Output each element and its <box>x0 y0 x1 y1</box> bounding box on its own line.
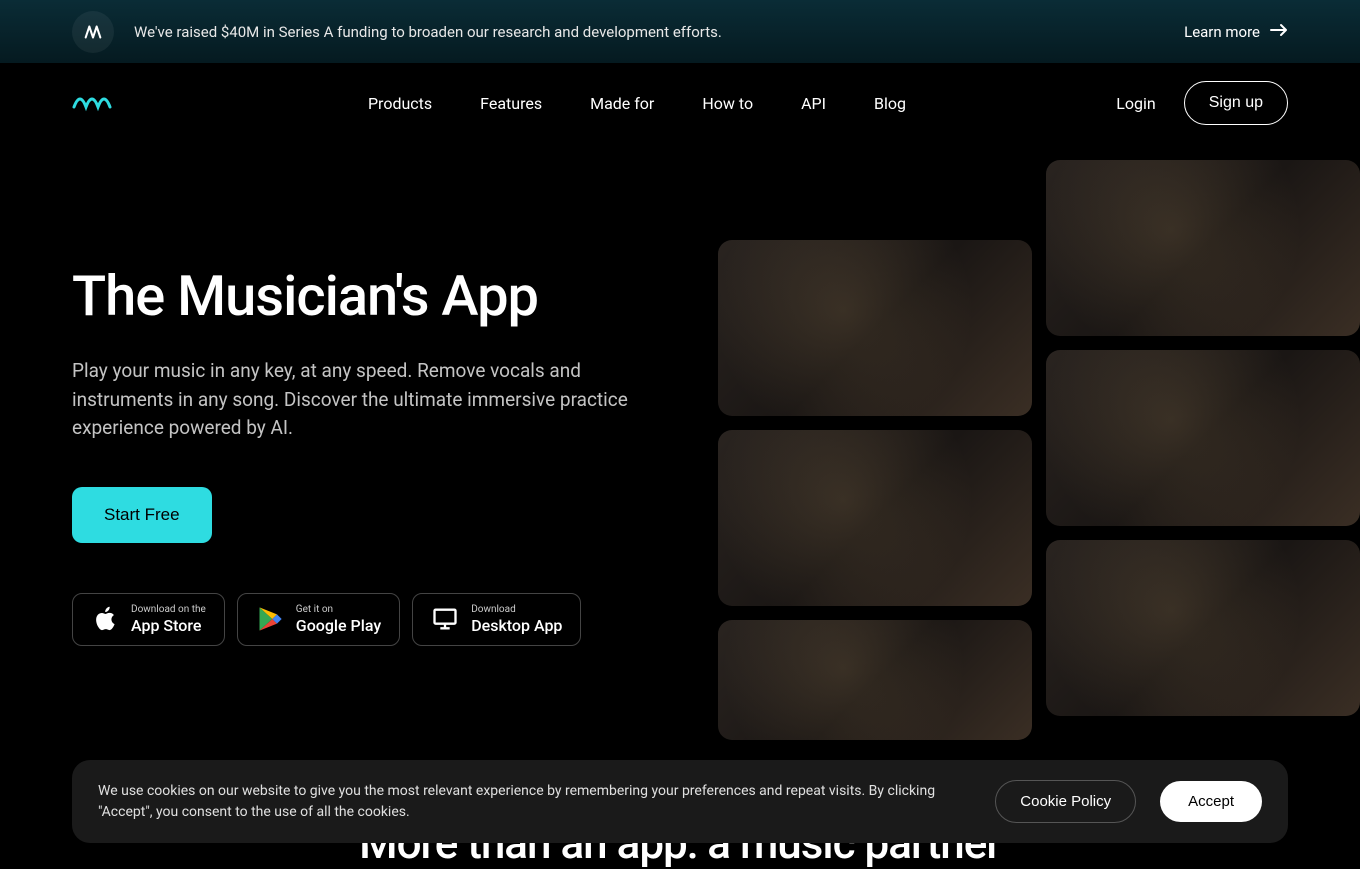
cookie-policy-button[interactable]: Cookie Policy <box>995 780 1136 823</box>
cookie-banner: We use cookies on our website to give yo… <box>72 760 1288 843</box>
nav-made-for[interactable]: Made for <box>590 94 654 113</box>
hero-description: Play your music in any key, at any speed… <box>72 357 632 443</box>
nav-products[interactable]: Products <box>368 94 432 113</box>
store-button-group: Download on the App Store Get it on Goog… <box>72 593 672 646</box>
musician-image <box>1046 540 1360 716</box>
desktop-top-text: Download <box>471 604 562 616</box>
image-column-1 <box>718 240 1032 740</box>
nav-api[interactable]: API <box>801 94 826 113</box>
google-play-top-text: Get it on <box>296 604 381 616</box>
desktop-app-button[interactable]: Download Desktop App <box>412 593 581 646</box>
announcement-link-label: Learn more <box>1184 23 1260 41</box>
musician-image <box>718 430 1032 606</box>
hero-image-grid <box>718 160 1360 740</box>
musician-image <box>1046 350 1360 526</box>
desktop-bottom-text: Desktop App <box>471 616 562 635</box>
musician-image <box>718 620 1032 740</box>
hero-content: The Musician's App Play your music in an… <box>72 263 672 646</box>
nav-features[interactable]: Features <box>480 94 542 113</box>
apple-icon <box>91 605 119 633</box>
announcement-content: We've raised $40M in Series A funding to… <box>72 11 722 53</box>
google-play-icon <box>256 605 284 633</box>
arrow-right-icon <box>1270 21 1288 42</box>
app-store-bottom-text: App Store <box>131 616 206 635</box>
nav-blog[interactable]: Blog <box>874 94 906 113</box>
announcement-learn-more-link[interactable]: Learn more <box>1184 21 1288 42</box>
musician-image <box>1046 160 1360 336</box>
hero-title: The Musician's App <box>72 263 672 329</box>
cookie-text: We use cookies on our website to give yo… <box>98 781 971 823</box>
musician-image <box>718 240 1032 416</box>
main-header: Products Features Made for How to API Bl… <box>0 63 1360 143</box>
cookie-accept-button[interactable]: Accept <box>1160 781 1262 822</box>
start-free-button[interactable]: Start Free <box>72 487 212 543</box>
nav-how-to[interactable]: How to <box>702 94 753 113</box>
brand-logo[interactable] <box>72 87 112 119</box>
desktop-icon <box>431 605 459 633</box>
google-play-bottom-text: Google Play <box>296 616 381 635</box>
announcement-logo-icon <box>72 11 114 53</box>
nav-auth-group: Login Sign up <box>1116 81 1288 125</box>
announcement-bar: We've raised $40M in Series A funding to… <box>0 0 1360 63</box>
google-play-button[interactable]: Get it on Google Play <box>237 593 400 646</box>
announcement-text: We've raised $40M in Series A funding to… <box>134 23 722 41</box>
image-column-2 <box>1046 160 1360 740</box>
app-store-button[interactable]: Download on the App Store <box>72 593 225 646</box>
signup-button[interactable]: Sign up <box>1184 81 1288 125</box>
app-store-top-text: Download on the <box>131 604 206 616</box>
login-link[interactable]: Login <box>1116 94 1155 113</box>
primary-nav: Products Features Made for How to API Bl… <box>368 94 906 113</box>
